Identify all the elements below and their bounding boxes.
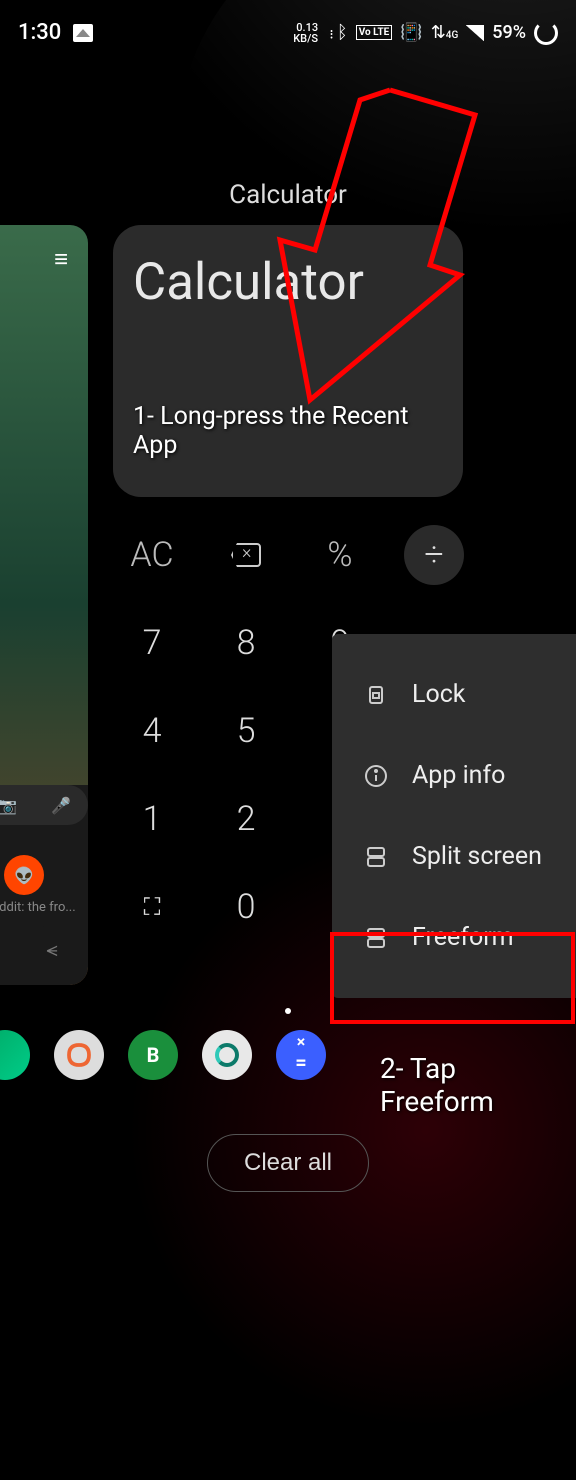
bluetooth-icon: ⋮ᛒ (326, 22, 348, 43)
reddit-link-label: reddit: the fro... (0, 900, 76, 915)
info-icon (362, 762, 390, 790)
dock-app-edge[interactable] (202, 1030, 252, 1080)
digit-0[interactable]: 0 (207, 877, 285, 937)
menu-split-screen[interactable]: Split screen (332, 816, 576, 897)
data-rate: 0.13KB/S (293, 22, 318, 44)
digit-7[interactable]: 7 (113, 613, 191, 673)
share-icon: ⪪ (46, 937, 57, 961)
menu-app-info[interactable]: App info (332, 735, 576, 816)
recent-app-title: Calculator (0, 180, 576, 210)
digit-8[interactable]: 8 (207, 613, 285, 673)
calculator-title: Calculator (133, 253, 443, 312)
clear-all-button[interactable]: Clear all (207, 1134, 369, 1192)
recent-app-card-browser[interactable]: ≡ 📷 🎤 👽 reddit: the fro... (0, 225, 88, 985)
dock-app-wallet[interactable] (54, 1030, 104, 1080)
hamburger-icon: ≡ (54, 245, 68, 274)
battery-percent: 59% (492, 22, 526, 43)
vibrate-icon: 📳 (400, 22, 422, 43)
signal-icon (466, 25, 484, 41)
dock: B = (0, 1030, 326, 1080)
dock-app-1[interactable] (0, 1030, 30, 1080)
lock-icon (362, 681, 390, 709)
digit-2[interactable]: 2 (207, 789, 285, 849)
reddit-icon: 👽 (4, 855, 44, 895)
dock-app-whatsapp[interactable]: B (128, 1030, 178, 1080)
digit-5[interactable]: 5 (207, 701, 285, 761)
volte-icon: Vo LTE (356, 25, 393, 40)
mic-icon: 🎤 (51, 796, 71, 815)
share-button[interactable]: ⪪ (28, 925, 76, 973)
photo-icon (73, 24, 93, 42)
battery-charging-icon (534, 21, 558, 45)
clock: 1:30 (18, 20, 61, 45)
instruction-step-2: 2- Tap Freeform (380, 1052, 576, 1118)
menu-split-label: Split screen (412, 842, 542, 871)
network-icon: ⇅4G (431, 22, 459, 43)
menu-lock-label: Lock (412, 680, 465, 709)
page-indicator (285, 1008, 291, 1014)
highlight-box (330, 932, 575, 1024)
divide-button[interactable]: ÷ (404, 525, 464, 585)
menu-lock[interactable]: Lock (332, 654, 576, 735)
recent-app-card-calculator[interactable]: Calculator 1- Long-press the Recent App (113, 225, 463, 497)
split-screen-icon (362, 843, 390, 871)
percent-button[interactable]: % (301, 525, 379, 585)
expand-button[interactable]: ⛶ (113, 877, 191, 937)
digit-4[interactable]: 4 (113, 701, 191, 761)
status-bar: 1:30 0.13KB/S ⋮ᛒ Vo LTE 📳 ⇅4G 59% (0, 20, 576, 45)
digit-1[interactable]: 1 (113, 789, 191, 849)
backspace-button[interactable] (207, 525, 285, 585)
menu-info-label: App info (412, 761, 505, 790)
ac-button[interactable]: AC (113, 525, 191, 585)
instruction-step-1: 1- Long-press the Recent App (133, 402, 443, 460)
camera-icon: 📷 (0, 796, 17, 815)
dock-app-calculator[interactable]: = (276, 1030, 326, 1080)
